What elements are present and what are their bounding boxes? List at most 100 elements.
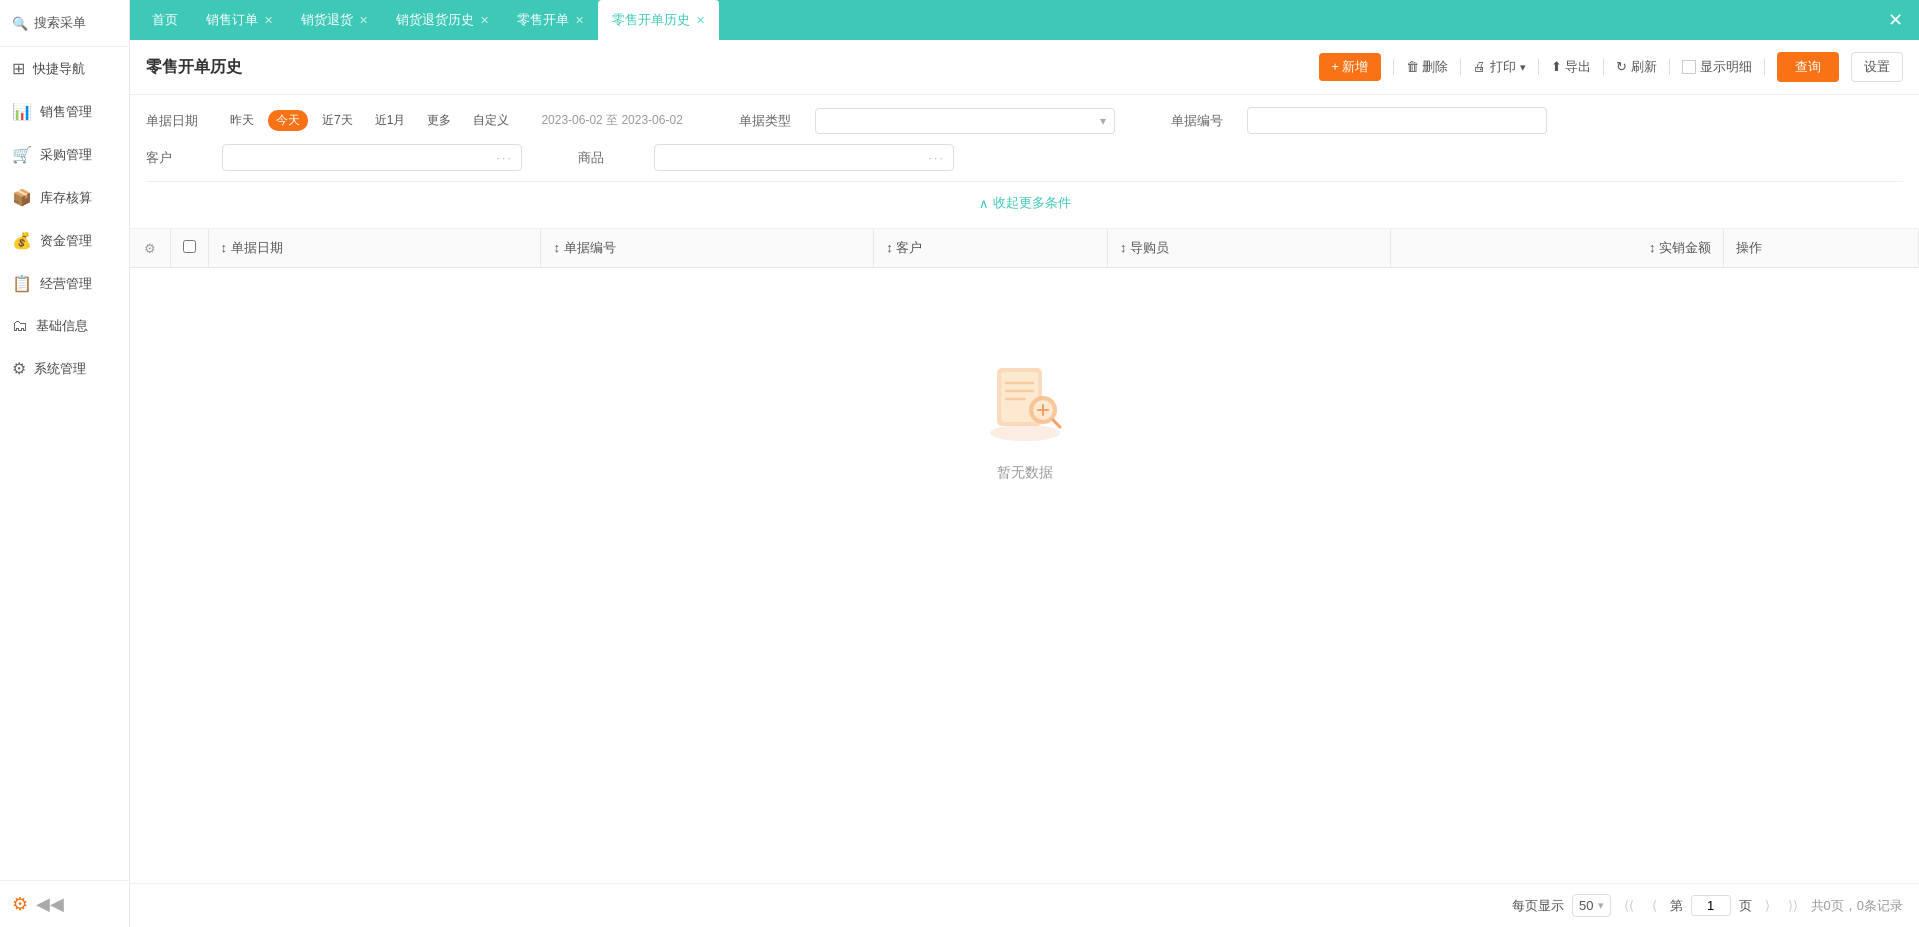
next-page-button[interactable]: ⟩ bbox=[1760, 896, 1775, 915]
table-header-guide[interactable]: ↕ 导购员 bbox=[1107, 229, 1390, 268]
per-page-label: 每页显示 bbox=[1512, 897, 1564, 915]
sidebar-label-ops-mgmt: 经营管理 bbox=[40, 275, 92, 293]
refresh-button[interactable]: ↻ 刷新 bbox=[1616, 58, 1657, 76]
date-col-label: ↕ 单据日期 bbox=[221, 240, 283, 255]
date-shortcut-更多[interactable]: 更多 bbox=[419, 110, 459, 131]
guide-col-label: ↕ 导购员 bbox=[1120, 240, 1169, 255]
no-col-label: ↕ 单据编号 bbox=[553, 240, 615, 255]
customer-input[interactable]: ··· bbox=[222, 144, 522, 171]
date-shortcut-自定义[interactable]: 自定义 bbox=[465, 110, 517, 131]
page-size-dropdown-icon: ▾ bbox=[1598, 899, 1604, 912]
display-label: 显示明细 bbox=[1700, 58, 1752, 76]
sidebar-item-stock-calc[interactable]: 📦 库存核算 bbox=[0, 176, 129, 219]
prev-page-button[interactable]: ⟨ bbox=[1647, 896, 1662, 915]
sidebar-item-finance-mgmt[interactable]: 💰 资金管理 bbox=[0, 219, 129, 262]
tab-close-sales-return[interactable]: ✕ bbox=[359, 14, 368, 27]
customer-col-label: ↕ 客户 bbox=[886, 240, 922, 255]
table-header-action: 操作 bbox=[1724, 229, 1919, 268]
date-shortcut-昨天[interactable]: 昨天 bbox=[222, 110, 262, 131]
table-header-checkbox[interactable] bbox=[170, 229, 208, 268]
table-header-amount[interactable]: ↕ 实销金额 bbox=[1391, 229, 1724, 268]
tab-sales-order[interactable]: 销售订单 ✕ bbox=[192, 0, 287, 40]
sidebar: 🔍 搜索采单 ⊞ 快捷导航 📊 销售管理 🛒 采购管理 📦 库存核算 💰 资金管… bbox=[0, 0, 130, 927]
sidebar-footer: ⚙ ◀◀ bbox=[0, 880, 129, 927]
sidebar-label-quick-nav: 快捷导航 bbox=[33, 60, 85, 78]
tab-sales-return-history[interactable]: 销货退货历史✕ bbox=[382, 0, 503, 40]
export-button[interactable]: ⬆ 导出 bbox=[1551, 58, 1592, 76]
display-toggle[interactable]: 显示明细 bbox=[1682, 58, 1752, 76]
tab-retail-open-history[interactable]: 零售开单历史 ✕ bbox=[598, 0, 719, 40]
tab-close-sales-order[interactable]: ✕ bbox=[264, 14, 273, 27]
toolbar-divider-4 bbox=[1603, 59, 1604, 75]
svg-line-10 bbox=[1053, 420, 1060, 427]
current-page-input[interactable] bbox=[1691, 895, 1731, 916]
empty-text: 暂无数据 bbox=[997, 464, 1053, 482]
tab-retail-open[interactable]: 零售开单✕ bbox=[503, 0, 598, 40]
date-shortcut-近1月[interactable]: 近1月 bbox=[367, 110, 414, 131]
sidebar-label-purchase-mgmt: 采购管理 bbox=[40, 146, 92, 164]
tab-label-sales-return: 销货退货 bbox=[301, 11, 353, 29]
date-shortcuts: 昨天今天近7天近1月更多自定义 bbox=[222, 110, 517, 131]
doc-no-filter-label: 单据编号 bbox=[1171, 112, 1231, 130]
delete-button[interactable]: 🗑 删除 bbox=[1406, 58, 1449, 76]
collapse-up-icon: ∧ bbox=[979, 196, 989, 211]
sidebar-item-ops-mgmt[interactable]: 📋 经营管理 bbox=[0, 262, 129, 305]
search-icon: 🔍 bbox=[12, 16, 28, 31]
doc-no-input[interactable] bbox=[1247, 107, 1547, 134]
tab-label-retail-open-history: 零售开单历史 bbox=[612, 11, 690, 29]
sidebar-icon-stock-calc: 📦 bbox=[12, 188, 32, 207]
sidebar-icon-ops-mgmt: 📋 bbox=[12, 274, 32, 293]
goods-input[interactable]: ··· bbox=[654, 144, 954, 171]
tab-close-retail-open-history[interactable]: ✕ bbox=[696, 14, 705, 27]
toolbar-divider-3 bbox=[1538, 59, 1539, 75]
filter-row-2: 客户 ··· 商品 ··· bbox=[146, 144, 1903, 171]
doc-type-select[interactable]: ▾ bbox=[815, 108, 1115, 134]
collapse-icon[interactable]: ◀◀ bbox=[36, 893, 64, 915]
date-shortcut-近7天[interactable]: 近7天 bbox=[314, 110, 361, 131]
collapse-button[interactable]: ∧ 收起更多条件 bbox=[146, 190, 1903, 216]
tab-home[interactable]: 首页 bbox=[138, 0, 192, 40]
tab-label-sales-order: 销售订单 bbox=[206, 11, 258, 29]
window-close-button[interactable]: ✕ bbox=[1880, 9, 1911, 31]
setting-button[interactable]: 设置 bbox=[1851, 52, 1903, 82]
date-shortcut-今天[interactable]: 今天 bbox=[268, 110, 308, 131]
print-dropdown-icon: ▾ bbox=[1520, 61, 1526, 74]
table-settings-header[interactable]: ⚙ bbox=[130, 229, 170, 268]
customer-filter-label: 客户 bbox=[146, 149, 206, 167]
sidebar-search[interactable]: 🔍 搜索采单 bbox=[0, 0, 129, 47]
select-all-checkbox[interactable] bbox=[183, 240, 196, 253]
first-page-button[interactable]: ⟨⟨ bbox=[1619, 896, 1639, 915]
print-label: 🖨 打印 bbox=[1473, 58, 1516, 76]
filter-row-1: 单据日期 昨天今天近7天近1月更多自定义 2023-06-02 至 2023-0… bbox=[146, 107, 1903, 134]
query-button[interactable]: 查询 bbox=[1777, 52, 1839, 82]
sidebar-item-quick-nav[interactable]: ⊞ 快捷导航 bbox=[0, 47, 129, 90]
sidebar-label-sales-mgmt: 销售管理 bbox=[40, 103, 92, 121]
display-checkbox[interactable] bbox=[1682, 60, 1696, 74]
settings-icon[interactable]: ⚙ bbox=[12, 893, 28, 915]
toolbar-divider-1 bbox=[1393, 59, 1394, 75]
last-page-button[interactable]: ⟩⟩ bbox=[1783, 896, 1803, 915]
tab-close-retail-open[interactable]: ✕ bbox=[575, 14, 584, 27]
page-size-select[interactable]: 50 ▾ bbox=[1572, 894, 1610, 917]
sidebar-search-label: 搜索采单 bbox=[34, 14, 86, 32]
tab-close-sales-return-history[interactable]: ✕ bbox=[480, 14, 489, 27]
sidebar-item-purchase-mgmt[interactable]: 🛒 采购管理 bbox=[0, 133, 129, 176]
sidebar-item-basic-info[interactable]: 🗂 基础信息 bbox=[0, 305, 129, 347]
sidebar-label-stock-calc: 库存核算 bbox=[40, 189, 92, 207]
add-button[interactable]: + 新增 bbox=[1319, 53, 1380, 81]
customer-dots: ··· bbox=[496, 150, 513, 165]
sidebar-icon-finance-mgmt: 💰 bbox=[12, 231, 32, 250]
print-button[interactable]: 🖨 打印 ▾ bbox=[1473, 58, 1526, 76]
settings-gear-icon[interactable]: ⚙ bbox=[144, 241, 156, 256]
table-header-no[interactable]: ↕ 单据编号 bbox=[541, 229, 874, 268]
page-label-after: 页 bbox=[1739, 897, 1752, 915]
table-header-customer[interactable]: ↕ 客户 bbox=[874, 229, 1108, 268]
toolbar-divider-5 bbox=[1669, 59, 1670, 75]
refresh-label: ↻ 刷新 bbox=[1616, 58, 1657, 76]
sidebar-item-sales-mgmt[interactable]: 📊 销售管理 bbox=[0, 90, 129, 133]
sidebar-item-sys-mgmt[interactable]: ⚙ 系统管理 bbox=[0, 347, 129, 390]
table-header-date[interactable]: ↕ 单据日期 bbox=[208, 229, 541, 268]
sidebar-icon-sales-mgmt: 📊 bbox=[12, 102, 32, 121]
main-area: 首页销售订单✕销货退货✕销货退货历史✕零售开单✕零售开单历史✕ ✕ 零售开单历史… bbox=[130, 0, 1919, 927]
tab-sales-return[interactable]: 销货退货 ✕ bbox=[287, 0, 382, 40]
